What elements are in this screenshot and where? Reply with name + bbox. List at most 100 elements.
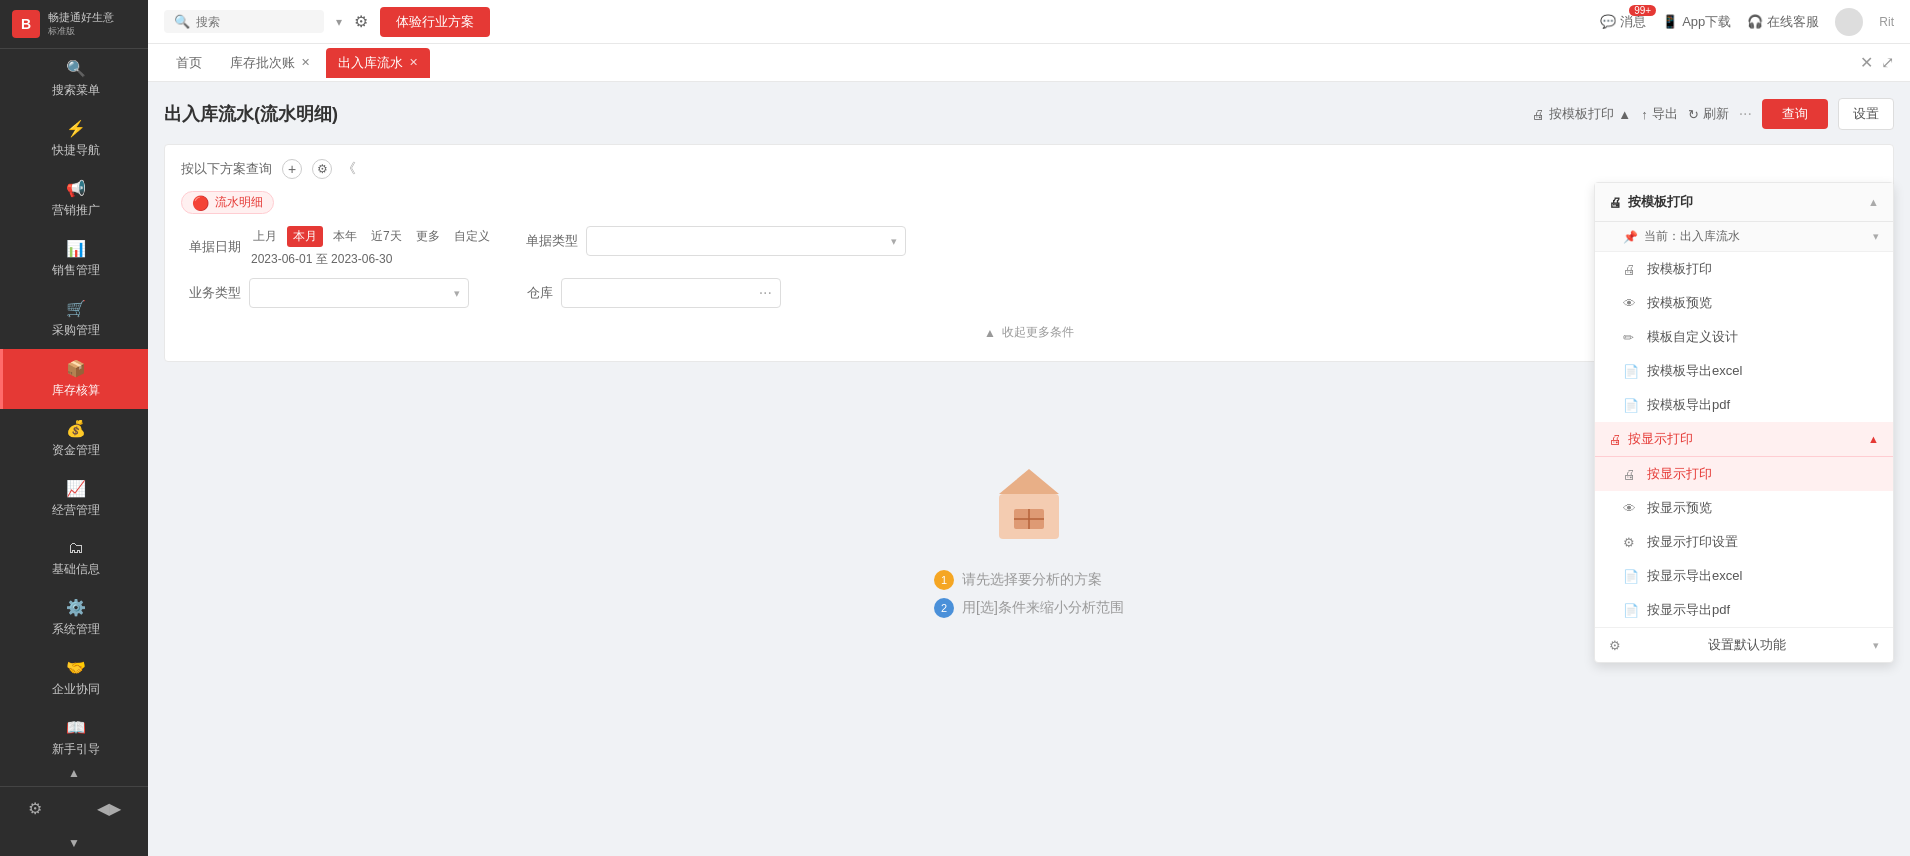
- filter-header: 按以下方案查询 + ⚙ 《: [181, 159, 1877, 179]
- template-export-pdf-label: 按模板导出pdf: [1647, 396, 1730, 414]
- sidebar-item-label-collab: 企业协同: [52, 681, 100, 698]
- empty-illustration: [979, 454, 1079, 554]
- export-button[interactable]: ↑ 导出: [1641, 105, 1678, 123]
- tab-inventory-batch-close-icon[interactable]: ✕: [301, 56, 310, 69]
- date-tab-this-month[interactable]: 本月: [287, 226, 323, 247]
- sidebar-item-purchase[interactable]: 🛒 采购管理: [0, 289, 148, 349]
- biz-type-select[interactable]: ▾: [249, 278, 469, 308]
- date-range-text: 2023-06-01 至 2023-06-30: [251, 251, 494, 268]
- filter-add-button[interactable]: +: [282, 159, 302, 179]
- filter-header-label: 按以下方案查询: [181, 160, 272, 178]
- dropdown-item-display-print-settings[interactable]: ⚙ 按显示打印设置: [1595, 525, 1893, 559]
- tab-warehouse-flow-close-icon[interactable]: ✕: [409, 56, 418, 69]
- collapse-icon[interactable]: ◀▶: [97, 799, 121, 818]
- template-section: 🖨 按模板打印 👁 按模板预览 ✏ 模板自定义设计 📄 按模板导出excel: [1595, 252, 1893, 422]
- printer-icon: 🖨: [1532, 107, 1545, 122]
- template-export-excel-icon: 📄: [1623, 364, 1639, 379]
- dropdown-header-chevron-icon[interactable]: ▲: [1868, 196, 1879, 208]
- sidebar-item-operations[interactable]: 📈 经营管理: [0, 469, 148, 529]
- refresh-button[interactable]: ↻ 刷新: [1688, 105, 1729, 123]
- dropdown-footer-settings[interactable]: ⚙ 设置默认功能 ▾: [1595, 627, 1893, 662]
- scroll-down-btn[interactable]: ▼: [66, 834, 82, 852]
- sidebar-item-marketing[interactable]: 📢 营销推广: [0, 169, 148, 229]
- search-input[interactable]: [196, 15, 296, 29]
- filter-scheme-tag[interactable]: 🔴 流水明细: [181, 191, 274, 214]
- empty-hints: 1 请先选择要分析的方案 2 用[选]条件来缩小分析范围: [934, 570, 1124, 618]
- settings-button[interactable]: 设置: [1838, 98, 1894, 130]
- sidebar-item-label-system: 系统管理: [52, 621, 100, 638]
- warehouse-select[interactable]: ···: [561, 278, 781, 308]
- sidebar-item-sales[interactable]: 📊 销售管理: [0, 229, 148, 289]
- date-tab-7days[interactable]: 近7天: [367, 226, 406, 247]
- dropdown-title: 🖨 按模板打印: [1609, 193, 1693, 211]
- sidebar-item-label-purchase: 采购管理: [52, 322, 100, 339]
- export-icon: ↑: [1641, 107, 1648, 122]
- scroll-up-btn[interactable]: ▲: [66, 764, 82, 782]
- topbar-gear-icon[interactable]: ⚙: [354, 12, 368, 31]
- online-service-button[interactable]: 🎧 在线客服: [1747, 13, 1819, 31]
- app-download-button[interactable]: 📱 App下载: [1662, 13, 1731, 31]
- dropdown-item-template-print[interactable]: 🖨 按模板打印: [1595, 252, 1893, 286]
- filter-collapse-icon[interactable]: 《: [342, 160, 356, 178]
- search-chevron-icon[interactable]: ▾: [336, 15, 342, 29]
- dropdown-item-template-export-pdf[interactable]: 📄 按模板导出pdf: [1595, 388, 1893, 422]
- dropdown-item-template-custom[interactable]: ✏ 模板自定义设计: [1595, 320, 1893, 354]
- tab-inventory-batch[interactable]: 库存批次账 ✕: [218, 48, 322, 78]
- sidebar-item-label-sales: 销售管理: [52, 262, 100, 279]
- sidebar-item-system[interactable]: ⚙️ 系统管理: [0, 588, 148, 648]
- query-button[interactable]: 查询: [1762, 99, 1828, 129]
- scheme-icon: 🔴: [192, 195, 209, 211]
- tab-home[interactable]: 首页: [164, 48, 214, 78]
- settings-icon[interactable]: ⚙: [28, 799, 42, 818]
- dropdown-item-display-print[interactable]: 🖨 按显示打印: [1595, 457, 1893, 491]
- dropdown-item-display-export-excel[interactable]: 📄 按显示导出excel: [1595, 559, 1893, 593]
- display-print-icon: 🖨: [1623, 467, 1639, 482]
- date-tab-last-month[interactable]: 上月: [249, 226, 281, 247]
- warehouse-more-icon[interactable]: ···: [759, 284, 772, 302]
- date-tab-custom[interactable]: 自定义: [450, 226, 494, 247]
- sidebar-item-inventory[interactable]: 📦 库存核算: [0, 349, 148, 409]
- tab-warehouse-flow[interactable]: 出入库流水 ✕: [326, 48, 430, 78]
- dropdown-item-template-preview[interactable]: 👁 按模板预览: [1595, 286, 1893, 320]
- topbar: 🔍 ▾ ⚙ 体验行业方案 💬 消息 99+ 📱 App下载 🎧 在: [148, 0, 1910, 44]
- export-label: 导出: [1652, 105, 1678, 123]
- dropdown-item-display-preview[interactable]: 👁 按显示预览: [1595, 491, 1893, 525]
- display-export-excel-icon: 📄: [1623, 569, 1639, 584]
- display-section-items: 🖨 按显示打印 👁 按显示预览 ⚙ 按显示打印设置 📄 按显示导出excel: [1595, 457, 1893, 627]
- search-icon: 🔍: [174, 14, 190, 29]
- date-tab-group: 上月 本月 本年 近7天 更多 自定义: [249, 226, 494, 247]
- print-dropdown-panel: 🖨 按模板打印 ▲ 📌 当前：出入库流水 ▾ 🖨: [1594, 182, 1894, 663]
- filter-settings-icon[interactable]: ⚙: [312, 159, 332, 179]
- sidebar-item-quick-nav[interactable]: ⚡ 快捷导航: [0, 109, 148, 169]
- sidebar-item-basic[interactable]: 🗂 基础信息: [0, 529, 148, 588]
- sidebar-item-collab[interactable]: 🤝 企业协同: [0, 648, 148, 708]
- sidebar-item-guide[interactable]: 📖 新手引导: [0, 708, 148, 760]
- display-section-chevron-icon[interactable]: ▲: [1868, 433, 1879, 445]
- date-tab-more[interactable]: 更多: [412, 226, 444, 247]
- display-section-header[interactable]: 🖨 按显示打印 ▲: [1595, 422, 1893, 457]
- template-print-icon: 🖨: [1623, 262, 1639, 277]
- collapse-up-icon: ▲: [984, 326, 996, 340]
- dropdown-item-display-export-pdf[interactable]: 📄 按显示导出pdf: [1595, 593, 1893, 627]
- date-label: 单据日期: [181, 238, 241, 256]
- sidebar-item-search[interactable]: 🔍 搜索菜单: [0, 49, 148, 109]
- sidebar-item-finance[interactable]: 💰 资金管理: [0, 409, 148, 469]
- print-template-button[interactable]: 🖨 按模板打印 ▲: [1532, 105, 1631, 123]
- more-actions-icon[interactable]: ···: [1739, 105, 1752, 123]
- biz-type-label: 业务类型: [181, 284, 241, 302]
- close-all-tabs-icon[interactable]: ✕: [1860, 53, 1873, 72]
- refresh-icon: ↻: [1688, 107, 1699, 122]
- page-title: 出入库流水(流水明细): [164, 102, 338, 126]
- topbar-search-box[interactable]: 🔍: [164, 10, 324, 33]
- maximize-icon[interactable]: ⤢: [1881, 53, 1894, 72]
- user-avatar[interactable]: [1835, 8, 1863, 36]
- dropdown-item-template-export-excel[interactable]: 📄 按模板导出excel: [1595, 354, 1893, 388]
- topbar-right-actions: 💬 消息 99+ 📱 App下载 🎧 在线客服 Rit: [1600, 8, 1894, 36]
- date-tab-this-year[interactable]: 本年: [329, 226, 361, 247]
- doc-type-select[interactable]: ▾: [586, 226, 906, 256]
- online-service-label: 在线客服: [1767, 13, 1819, 31]
- user-name[interactable]: Rit: [1879, 15, 1894, 29]
- industry-solution-button[interactable]: 体验行业方案: [380, 7, 490, 37]
- notifications-button[interactable]: 💬 消息 99+: [1600, 13, 1646, 31]
- tab-inventory-batch-label: 库存批次账: [230, 54, 295, 72]
